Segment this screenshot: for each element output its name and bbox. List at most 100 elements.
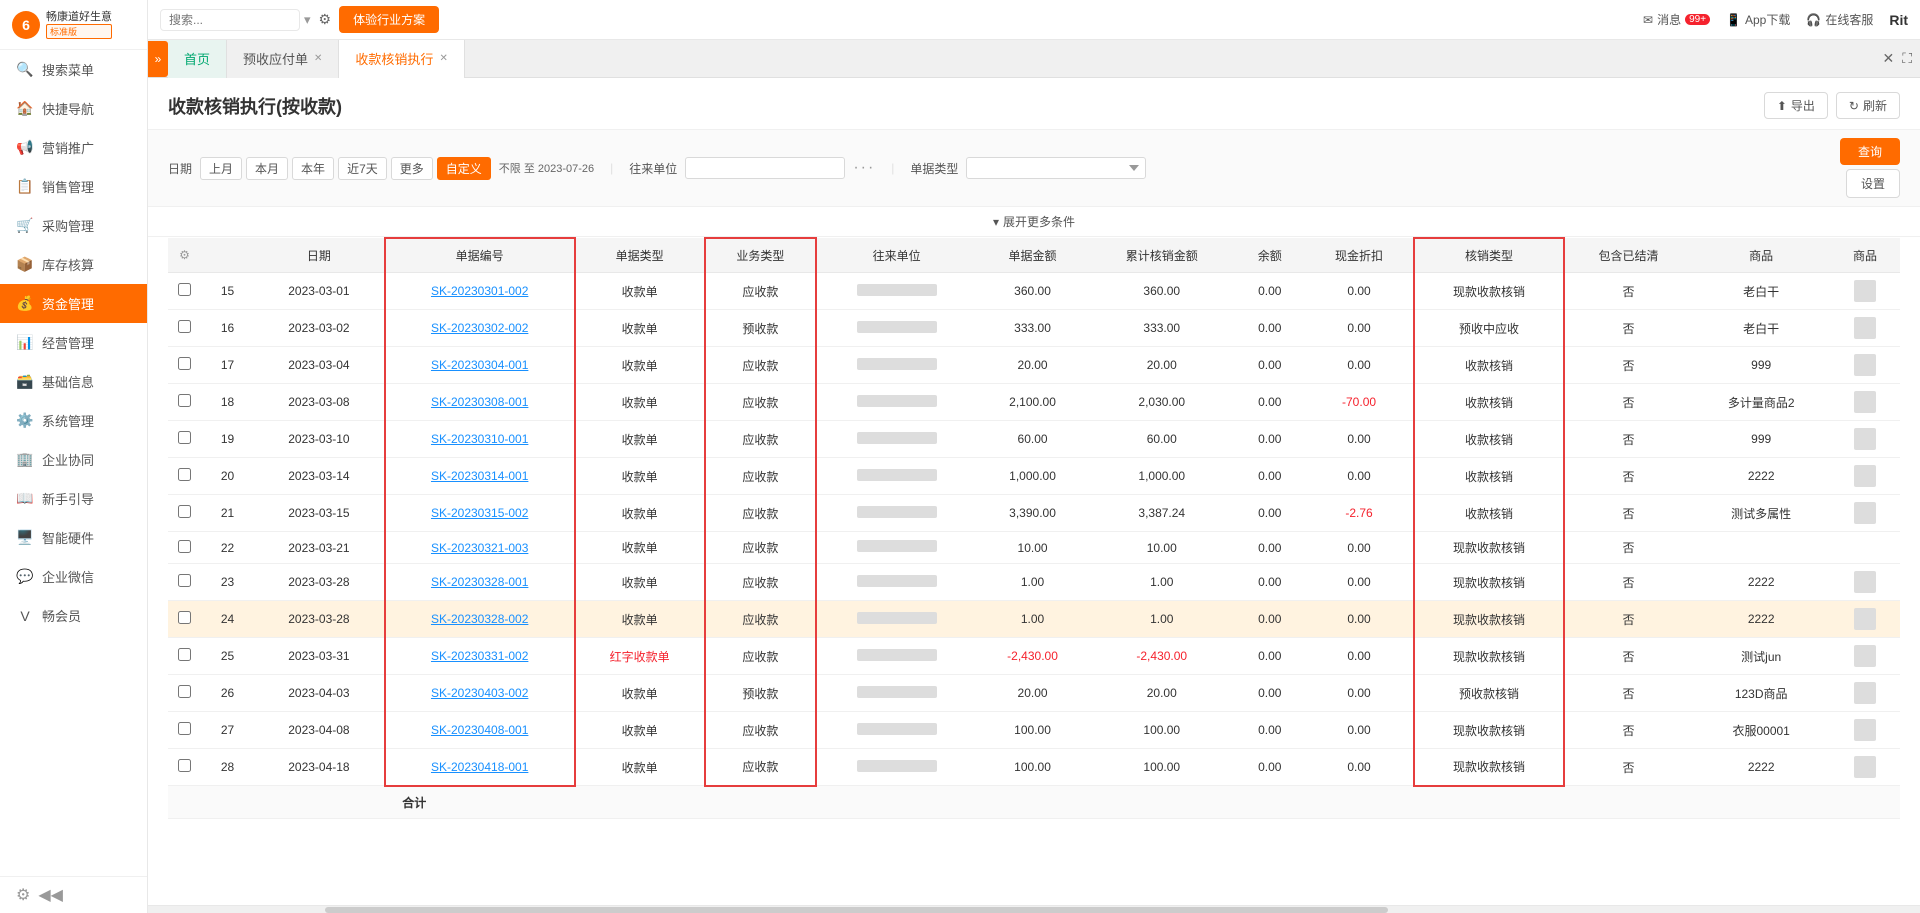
filter-setting-button[interactable]: 设置 bbox=[1846, 169, 1900, 198]
tab-collection[interactable]: 收款核销执行 ✕ bbox=[339, 40, 464, 78]
td-check[interactable] bbox=[168, 310, 201, 347]
th-settings[interactable]: ⚙ bbox=[168, 238, 201, 273]
scroll-indicator[interactable] bbox=[148, 905, 1920, 913]
tabbar-expand-icon[interactable]: ⛶ bbox=[1902, 50, 1912, 67]
date-btn-custom[interactable]: 自定义 bbox=[437, 157, 491, 180]
sidebar-item-hardware[interactable]: 🖥️ 智能硬件 bbox=[0, 518, 147, 557]
sidebar-item-inventory[interactable]: 📦 库存核算 bbox=[0, 245, 147, 284]
sidebar-item-member[interactable]: V 畅会员 bbox=[0, 596, 147, 635]
th-bill-amount[interactable]: 单据金额 bbox=[976, 238, 1088, 273]
sidebar-item-quick[interactable]: 🏠 快捷导航 bbox=[0, 89, 147, 128]
tab-collection-close-icon[interactable]: ✕ bbox=[439, 53, 447, 64]
th-cash-discount[interactable]: 现金折扣 bbox=[1305, 238, 1415, 273]
td-bill-no[interactable]: SK-20230302-002 bbox=[385, 310, 575, 347]
td-check[interactable] bbox=[168, 601, 201, 638]
tab-home[interactable]: 首页 bbox=[168, 40, 227, 78]
sidebar-item-sales[interactable]: 📋 销售管理 bbox=[0, 167, 147, 206]
topbar-search-input[interactable] bbox=[160, 9, 300, 31]
td-bill-no[interactable]: SK-20230314-001 bbox=[385, 458, 575, 495]
chevron-down-icon: ▾ bbox=[993, 215, 999, 229]
building-icon: 🏢 bbox=[16, 451, 34, 468]
th-biz-type[interactable]: 业务类型 bbox=[705, 238, 816, 273]
th-include-settled[interactable]: 包含已结清 bbox=[1564, 238, 1693, 273]
td-seq: 25 bbox=[201, 638, 254, 675]
date-btn-this-year[interactable]: 本年 bbox=[292, 157, 334, 180]
td-bill-no[interactable]: SK-20230304-001 bbox=[385, 347, 575, 384]
expand-more-btn[interactable]: ▾ 展开更多条件 bbox=[993, 213, 1075, 230]
topbar-settings-icon[interactable]: ⚙ bbox=[319, 11, 332, 28]
sidebar-item-marketing[interactable]: 📢 营销推广 bbox=[0, 128, 147, 167]
td-bill-no[interactable]: SK-20230301-002 bbox=[385, 273, 575, 310]
box-icon: 📦 bbox=[16, 256, 34, 273]
sidebar-item-corp[interactable]: 🏢 企业协同 bbox=[0, 440, 147, 479]
bill-type-select[interactable] bbox=[966, 157, 1146, 179]
td-check[interactable] bbox=[168, 347, 201, 384]
td-check[interactable] bbox=[168, 384, 201, 421]
td-bill-no[interactable]: SK-20230315-002 bbox=[385, 495, 575, 532]
sidebar-item-search[interactable]: 🔍 搜索菜单 bbox=[0, 50, 147, 89]
tabbar-close-icon[interactable]: ✕ bbox=[1882, 50, 1894, 67]
user-account[interactable]: Rit bbox=[1889, 12, 1908, 28]
th-partner[interactable]: 往来单位 bbox=[816, 238, 976, 273]
date-btn-more[interactable]: 更多 bbox=[391, 157, 433, 180]
query-button[interactable]: 查询 bbox=[1840, 138, 1900, 165]
td-seq: 15 bbox=[201, 273, 254, 310]
message-action[interactable]: ✉ 消息 99+ bbox=[1643, 11, 1710, 28]
td-check[interactable] bbox=[168, 638, 201, 675]
sidebar-item-wechat[interactable]: 💬 企业微信 bbox=[0, 557, 147, 596]
sidebar-item-system[interactable]: ⚙️ 系统管理 bbox=[0, 401, 147, 440]
td-check[interactable] bbox=[168, 458, 201, 495]
th-bill-no[interactable]: 单据编号 bbox=[385, 238, 575, 273]
th-goods-img[interactable]: 商品 bbox=[1830, 238, 1900, 273]
th-balance[interactable]: 余额 bbox=[1235, 238, 1305, 273]
settings-bottom-icon[interactable]: ⚙ bbox=[16, 885, 30, 905]
td-check[interactable] bbox=[168, 675, 201, 712]
td-bill-no[interactable]: SK-20230321-003 bbox=[385, 532, 575, 564]
tab-expand-btn[interactable]: » bbox=[148, 41, 168, 77]
td-partner bbox=[816, 675, 976, 712]
td-bill-no[interactable]: SK-20230328-002 bbox=[385, 601, 575, 638]
topbar-dropdown-icon[interactable]: ▾ bbox=[304, 12, 311, 28]
td-check[interactable] bbox=[168, 273, 201, 310]
th-bill-type[interactable]: 单据类型 bbox=[575, 238, 705, 273]
sidebar-item-base[interactable]: 🗃️ 基础信息 bbox=[0, 362, 147, 401]
th-goods[interactable]: 商品 bbox=[1692, 238, 1830, 273]
export-button[interactable]: ⬆ 导出 bbox=[1764, 92, 1828, 119]
collapse-icon[interactable]: ◀◀ bbox=[38, 885, 63, 905]
td-check[interactable] bbox=[168, 532, 201, 564]
tab-prepay-close-icon[interactable]: ✕ bbox=[314, 53, 322, 64]
sidebar-item-purchase[interactable]: 🛒 采购管理 bbox=[0, 206, 147, 245]
td-bill-no[interactable]: SK-20230403-002 bbox=[385, 675, 575, 712]
td-bill-type: 收款单 bbox=[575, 273, 705, 310]
td-check[interactable] bbox=[168, 564, 201, 601]
date-btn-this-month[interactable]: 本月 bbox=[246, 157, 288, 180]
th-date[interactable]: 日期 bbox=[254, 238, 385, 273]
td-bill-no[interactable]: SK-20230408-001 bbox=[385, 712, 575, 749]
date-btn-7days[interactable]: 近7天 bbox=[338, 157, 387, 180]
date-btn-last-month[interactable]: 上月 bbox=[200, 157, 242, 180]
td-date: 2023-03-01 bbox=[254, 273, 385, 310]
app-download-action[interactable]: 📱 App下载 bbox=[1726, 11, 1790, 28]
td-check[interactable] bbox=[168, 749, 201, 786]
td-check[interactable] bbox=[168, 495, 201, 532]
th-total-cancel[interactable]: 累计核销金额 bbox=[1089, 238, 1235, 273]
refresh-button[interactable]: ↻ 刷新 bbox=[1836, 92, 1900, 119]
online-service-action[interactable]: 🎧 在线客服 bbox=[1806, 11, 1873, 28]
sidebar-item-operation[interactable]: 📊 经营管理 bbox=[0, 323, 147, 362]
column-settings-icon[interactable]: ⚙ bbox=[179, 248, 190, 262]
tab-prepay[interactable]: 预收应付单 ✕ bbox=[227, 40, 339, 78]
message-badge: 99+ bbox=[1685, 14, 1710, 25]
td-bill-no[interactable]: SK-20230308-001 bbox=[385, 384, 575, 421]
td-check[interactable] bbox=[168, 421, 201, 458]
td-bill-type: 收款单 bbox=[575, 384, 705, 421]
th-cancel-type[interactable]: 核销类型 bbox=[1414, 238, 1563, 273]
td-check[interactable] bbox=[168, 712, 201, 749]
td-bill-no[interactable]: SK-20230310-001 bbox=[385, 421, 575, 458]
sidebar-item-finance[interactable]: 💰 资金管理 bbox=[0, 284, 147, 323]
sidebar-item-guide[interactable]: 📖 新手引导 bbox=[0, 479, 147, 518]
partner-filter-input[interactable] bbox=[685, 157, 845, 179]
td-bill-no[interactable]: SK-20230328-001 bbox=[385, 564, 575, 601]
industry-solution-button[interactable]: 体验行业方案 bbox=[339, 6, 439, 33]
td-bill-no[interactable]: SK-20230331-002 bbox=[385, 638, 575, 675]
td-bill-no[interactable]: SK-20230418-001 bbox=[385, 749, 575, 786]
